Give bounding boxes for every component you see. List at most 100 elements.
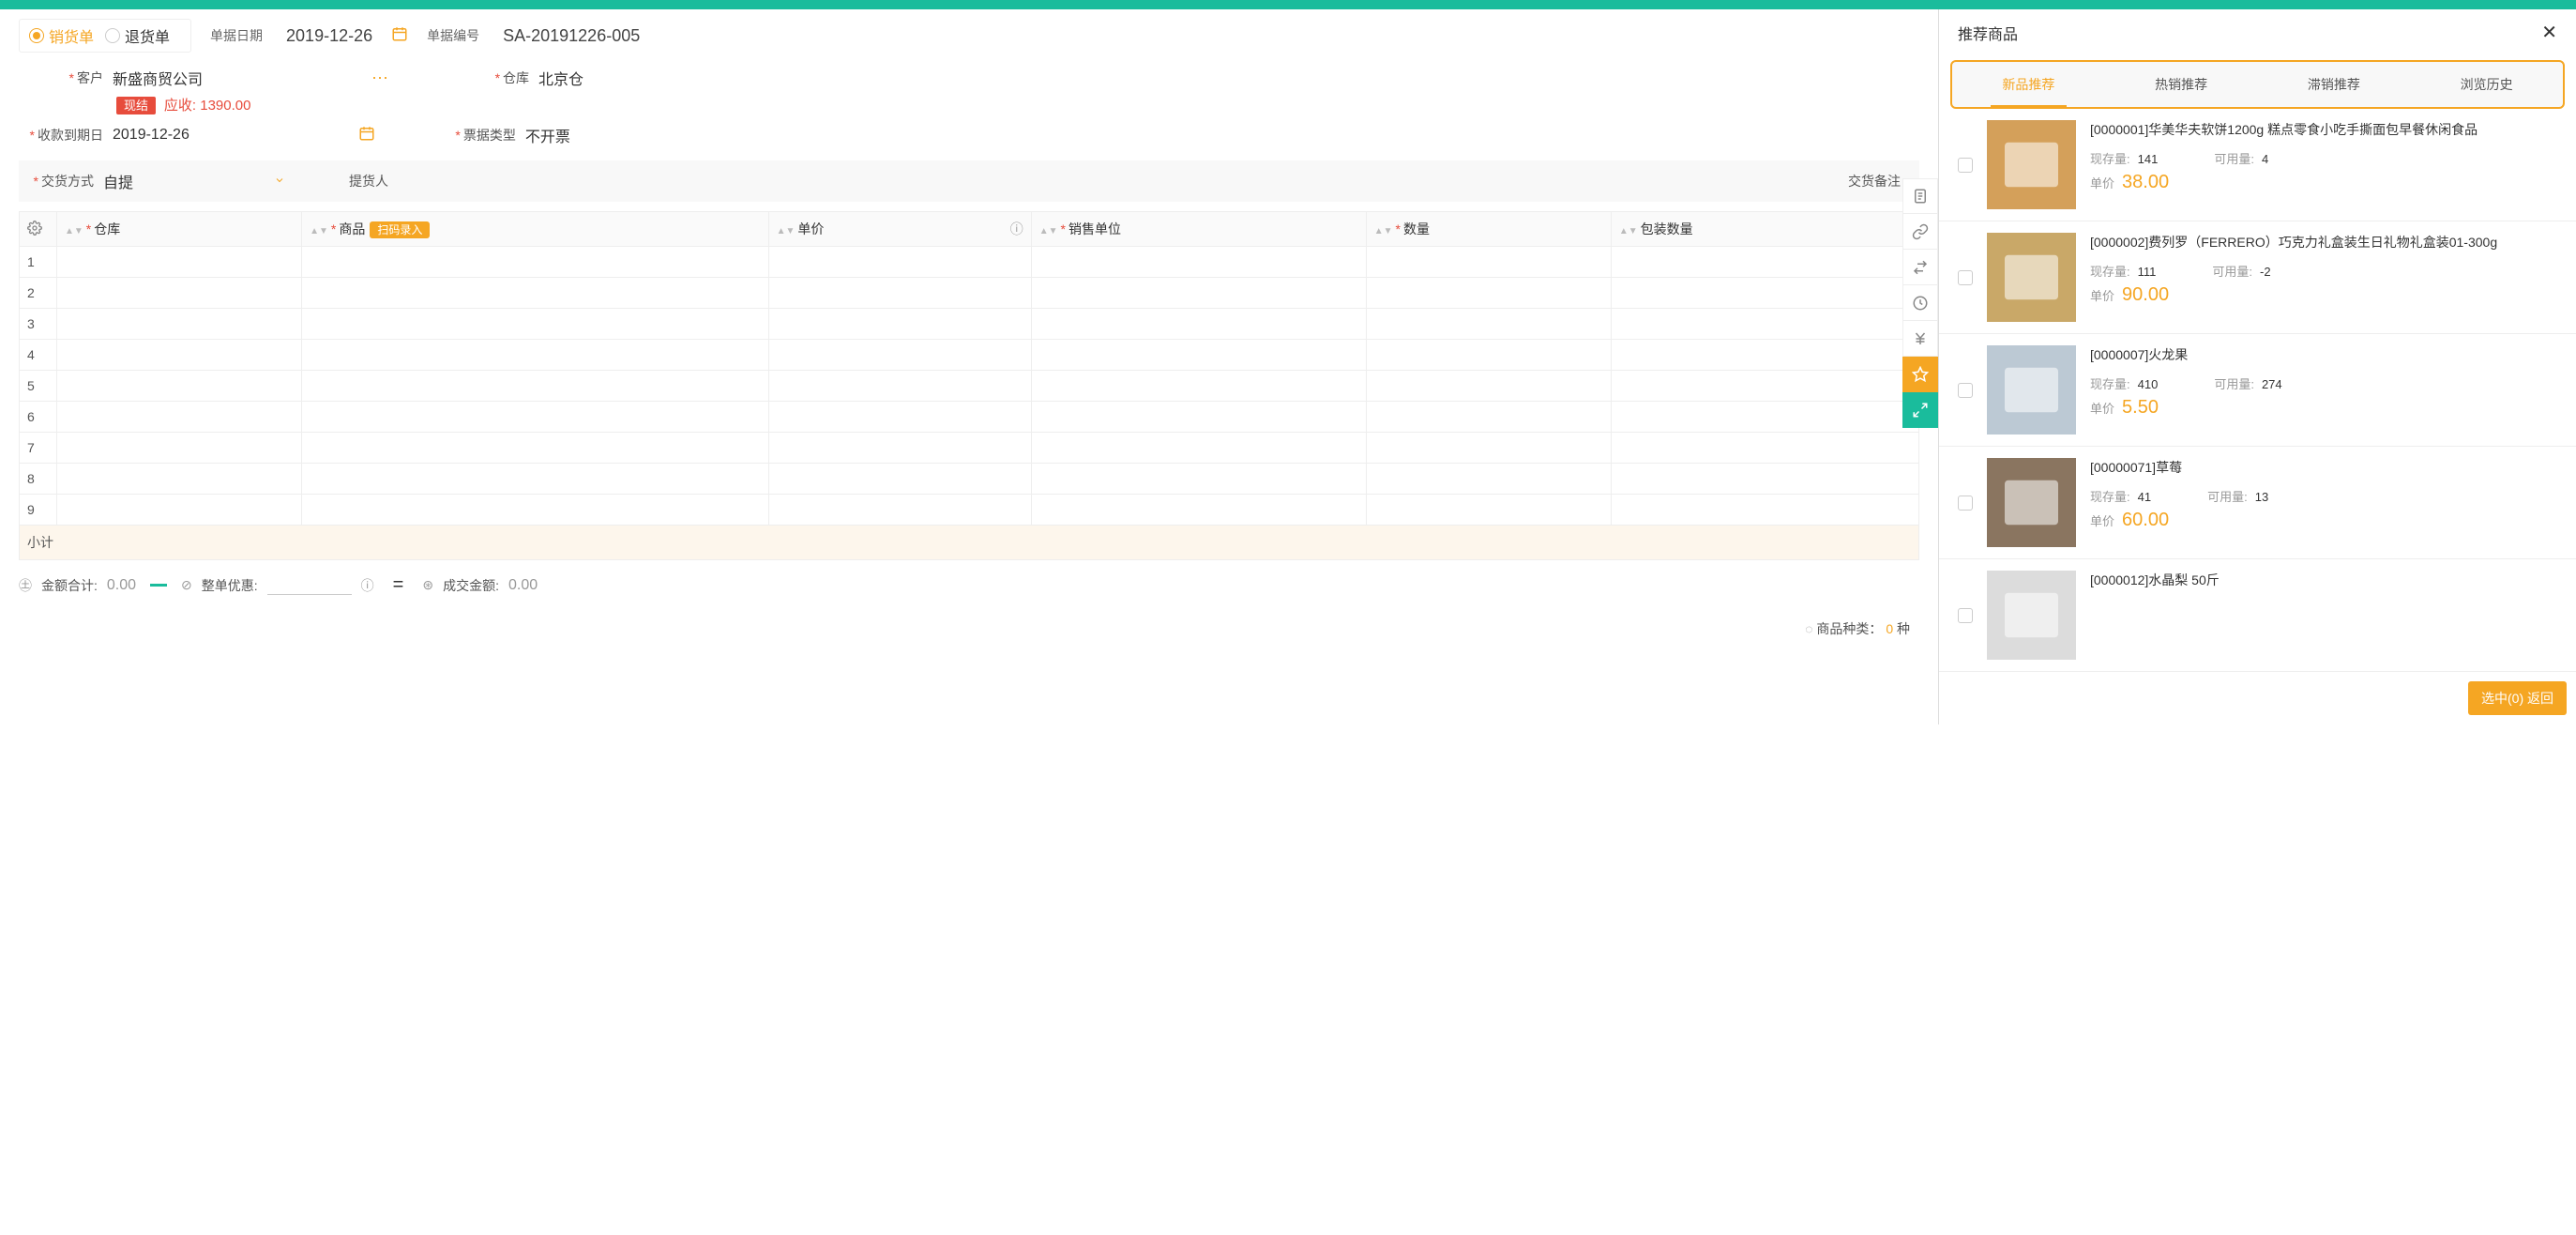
cell[interactable] <box>57 309 302 340</box>
recommend-item[interactable]: [0000007]火龙果 现存量:410 可用量:274 单价5.50 <box>1939 334 2576 447</box>
cell[interactable] <box>1366 371 1611 402</box>
cell[interactable] <box>57 247 302 278</box>
col-price[interactable]: ▲▼单价ⓘ <box>768 212 1031 247</box>
cell[interactable] <box>768 402 1031 433</box>
item-checkbox[interactable] <box>1958 383 1973 398</box>
cell[interactable] <box>1611 402 1918 433</box>
cell[interactable] <box>302 464 768 495</box>
tab-sales-order[interactable]: 销货单 <box>29 24 94 47</box>
close-icon[interactable]: ✕ <box>2541 21 2557 44</box>
table-row[interactable]: 2 <box>20 278 1919 309</box>
table-row[interactable]: 3 <box>20 309 1919 340</box>
warehouse-value[interactable]: 北京仓 <box>538 67 583 89</box>
info-icon[interactable]: ⓘ <box>361 576 374 595</box>
selected-return-button[interactable]: 选中(0) 返回 <box>2468 681 2567 715</box>
tab-return-order[interactable]: 退货单 <box>105 24 170 47</box>
money-icon[interactable] <box>1902 321 1938 357</box>
col-unit[interactable]: ▲▼*销售单位 <box>1031 212 1366 247</box>
table-row[interactable]: 5 <box>20 371 1919 402</box>
cell[interactable] <box>1031 371 1366 402</box>
cell[interactable] <box>1031 495 1366 526</box>
calendar-icon[interactable] <box>358 125 375 146</box>
recommend-item[interactable]: [0000001]华美华夫软饼1200g 糕点零食小吃手撕面包早餐休闲食品 现存… <box>1939 109 2576 221</box>
cell[interactable] <box>1611 495 1918 526</box>
cell[interactable] <box>1611 278 1918 309</box>
cell[interactable] <box>302 309 768 340</box>
cell[interactable] <box>1031 309 1366 340</box>
doc-date-value[interactable]: 2019-12-26 <box>286 26 372 46</box>
recommend-item[interactable]: [0000012]水晶梨 50斤 <box>1939 559 2576 672</box>
table-row[interactable]: 1 <box>20 247 1919 278</box>
item-checkbox[interactable] <box>1958 608 1973 623</box>
customer-value[interactable]: 新盛商贸公司 <box>113 67 203 89</box>
cell[interactable] <box>57 278 302 309</box>
col-qty[interactable]: ▲▼*数量 <box>1366 212 1611 247</box>
expand-icon[interactable] <box>1902 392 1938 428</box>
cell[interactable] <box>57 371 302 402</box>
cell[interactable] <box>302 495 768 526</box>
table-row[interactable]: 4 <box>20 340 1919 371</box>
cell[interactable] <box>1031 247 1366 278</box>
item-checkbox[interactable] <box>1958 270 1973 285</box>
delivery-value[interactable]: 自提 <box>103 170 133 192</box>
cell[interactable] <box>1366 340 1611 371</box>
cell[interactable] <box>1611 464 1918 495</box>
cell[interactable] <box>1031 402 1366 433</box>
star-icon[interactable] <box>1902 357 1938 392</box>
cell[interactable] <box>768 309 1031 340</box>
caret-down-icon[interactable] <box>274 174 285 189</box>
cell[interactable] <box>768 433 1031 464</box>
cell[interactable] <box>1611 309 1918 340</box>
cell[interactable] <box>1366 247 1611 278</box>
cell[interactable] <box>302 340 768 371</box>
item-checkbox[interactable] <box>1958 158 1973 173</box>
recommend-item[interactable]: [0000002]费列罗（FERRERO）巧克力礼盒装生日礼物礼盒装01-300… <box>1939 221 2576 334</box>
discount-input[interactable] <box>267 576 352 595</box>
scan-button[interactable]: 扫码录入 <box>370 221 430 238</box>
info-icon[interactable]: ⓘ <box>1010 220 1023 238</box>
col-pack[interactable]: ▲▼包装数量 <box>1611 212 1918 247</box>
invoice-value[interactable]: 不开票 <box>525 124 570 146</box>
cell[interactable] <box>1611 340 1918 371</box>
customer-lookup-icon[interactable]: ⋯ <box>371 69 388 88</box>
table-row[interactable]: 9 <box>20 495 1919 526</box>
cell[interactable] <box>768 247 1031 278</box>
cell[interactable] <box>57 464 302 495</box>
recommend-item[interactable]: [00000071]草莓 现存量:41 可用量:13 单价60.00 <box>1939 447 2576 559</box>
recommend-tab[interactable]: 新品推荐 <box>1952 62 2105 107</box>
col-warehouse[interactable]: ▲▼*仓库 <box>57 212 302 247</box>
cell[interactable] <box>57 340 302 371</box>
cell[interactable] <box>57 495 302 526</box>
cell[interactable] <box>302 278 768 309</box>
cell[interactable] <box>768 495 1031 526</box>
cell[interactable] <box>1366 278 1611 309</box>
table-row[interactable]: 8 <box>20 464 1919 495</box>
cell[interactable] <box>57 402 302 433</box>
due-date-value[interactable]: 2019-12-26 <box>113 127 189 144</box>
cell[interactable] <box>1366 309 1611 340</box>
link-icon[interactable] <box>1902 214 1938 250</box>
history-icon[interactable] <box>1902 285 1938 321</box>
cell[interactable] <box>302 433 768 464</box>
item-checkbox[interactable] <box>1958 496 1973 511</box>
cell[interactable] <box>1611 371 1918 402</box>
cell[interactable] <box>302 402 768 433</box>
recommend-tab[interactable]: 热销推荐 <box>2105 62 2258 107</box>
cell[interactable] <box>768 278 1031 309</box>
cell[interactable] <box>1611 433 1918 464</box>
table-row[interactable]: 7 <box>20 433 1919 464</box>
cell[interactable] <box>768 464 1031 495</box>
cell[interactable] <box>1031 278 1366 309</box>
note-icon[interactable] <box>1902 178 1938 214</box>
cell[interactable] <box>1366 464 1611 495</box>
col-product[interactable]: ▲▼*商品扫码录入 <box>302 212 768 247</box>
cell[interactable] <box>1366 402 1611 433</box>
cell[interactable] <box>302 247 768 278</box>
cell[interactable] <box>1031 433 1366 464</box>
col-gear[interactable] <box>20 212 57 247</box>
table-row[interactable]: 6 <box>20 402 1919 433</box>
swap-icon[interactable] <box>1902 250 1938 285</box>
cell[interactable] <box>1031 340 1366 371</box>
cell[interactable] <box>1031 464 1366 495</box>
recommend-tab[interactable]: 浏览历史 <box>2410 62 2563 107</box>
